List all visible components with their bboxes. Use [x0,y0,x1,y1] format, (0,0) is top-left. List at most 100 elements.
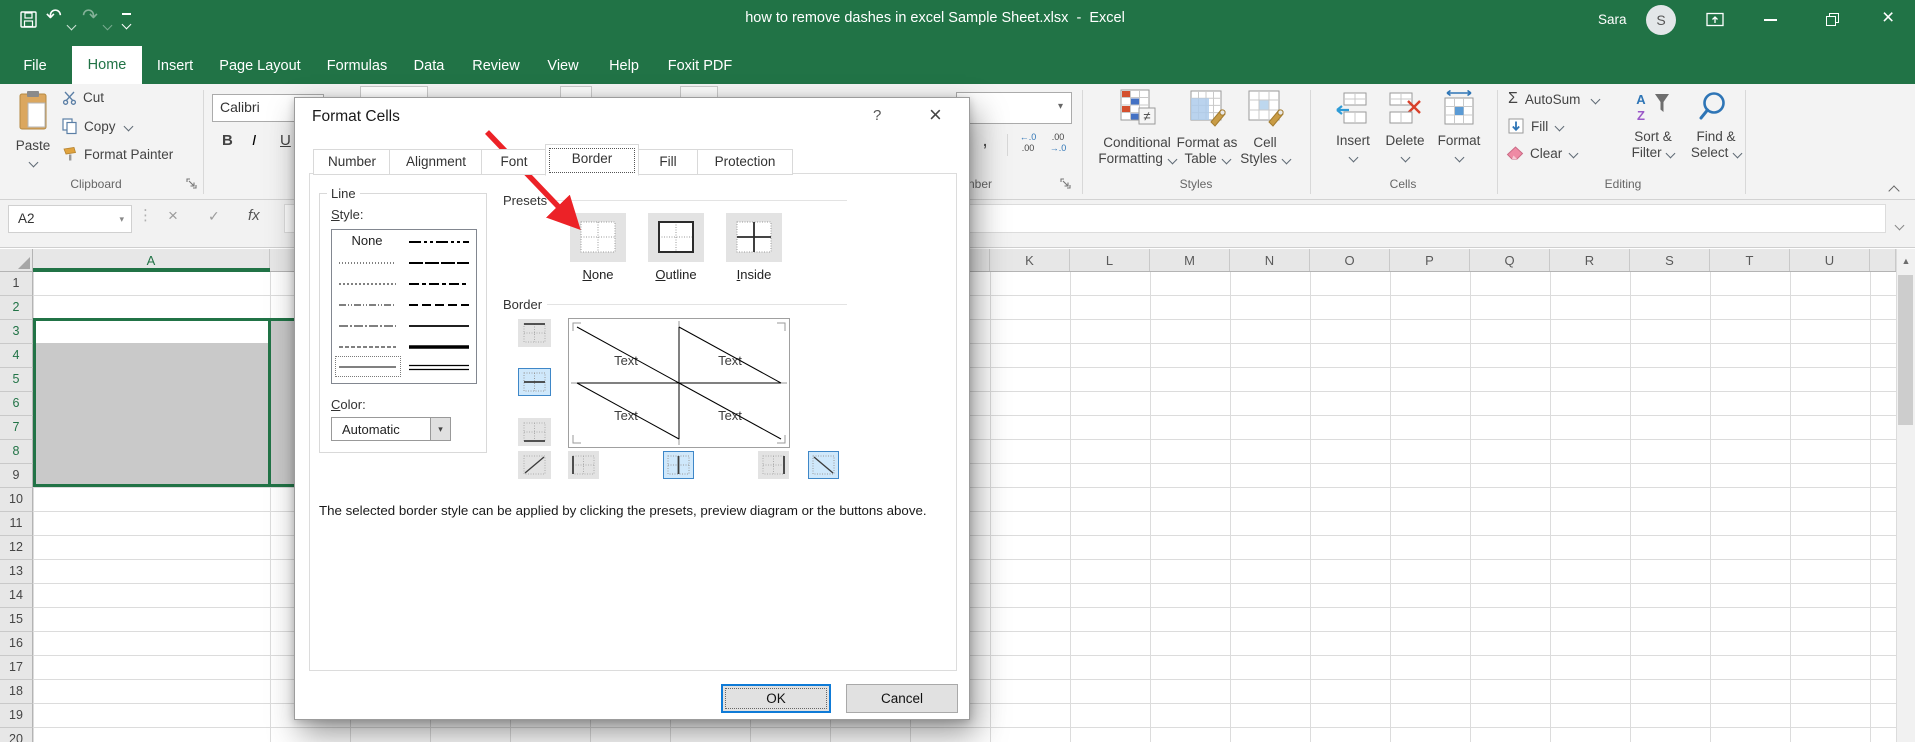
ok-button[interactable]: OK [721,684,831,713]
cancel-button[interactable]: Cancel [846,684,958,713]
scrollbar-thumb[interactable] [1898,275,1913,425]
column-header-l[interactable]: L [1070,249,1150,272]
tab-file[interactable]: File [10,48,60,84]
redo-button[interactable]: ↷ [82,5,98,28]
dialog-tab-number[interactable]: Number [313,149,391,175]
border-diagonal-down-button[interactable] [808,451,839,479]
color-combo-arrow-button[interactable]: ▾ [430,418,450,440]
cell-styles-button[interactable]: Cell Styles [1234,86,1296,186]
clear-button[interactable]: Clear [1506,146,1579,161]
minimize-button[interactable] [1764,19,1777,21]
border-left-button[interactable] [568,451,599,479]
column-header-u[interactable]: U [1790,249,1870,272]
format-button[interactable]: Format [1432,86,1486,186]
preset-inside-button[interactable] [726,213,782,262]
cancel-entry-button[interactable]: × [168,206,178,226]
border-middle-vertical-button[interactable] [663,451,694,479]
name-box-dropdown-icon[interactable]: ▾ [119,214,124,225]
column-header-n[interactable]: N [1230,249,1310,272]
dialog-tab-font[interactable]: Font [481,149,547,175]
paste-dropdown-icon [28,157,38,168]
tab-insert[interactable]: Insert [142,48,208,84]
number-format-combo[interactable]: ▾ [956,92,1072,124]
ribbon-tab-band: File Home Insert Page Layout Formulas Data Rev… [0,40,1915,112]
dialog-tab-protection[interactable]: Protection [697,149,793,175]
border-middle-horizontal-icon [523,372,546,392]
tab-formulas[interactable]: Formulas [312,48,402,84]
border-diagonal-up-button[interactable] [518,451,551,479]
ribbon-display-options-button[interactable] [1706,12,1724,27]
restore-button[interactable] [1826,13,1839,26]
find-select-button[interactable]: Find & Select [1686,86,1746,186]
avatar[interactable]: S [1646,5,1676,35]
column-header-m[interactable]: M [1150,249,1230,272]
preset-none-button[interactable] [570,213,626,262]
tab-data[interactable]: Data [398,48,460,84]
clipboard-dialog-launcher[interactable] [186,178,197,189]
name-box-splitter[interactable]: ⋮ [138,206,153,224]
close-button[interactable]: × [1882,6,1894,30]
border-middle-horizontal-button[interactable] [518,368,551,396]
dialog-tab-fill[interactable]: Fill [637,149,699,175]
underline-button[interactable]: U [280,132,291,149]
undo-button[interactable]: ↶ [46,5,62,28]
paste-button[interactable]: Paste [8,86,58,182]
increase-decimal-button[interactable]: ←.0.00 [1014,132,1042,160]
border-preview-diagram[interactable]: Text Text Text Text [568,318,790,448]
tab-view[interactable]: View [532,48,594,84]
column-header-partial[interactable] [1870,249,1896,272]
line-style-samples[interactable] [332,230,474,381]
delete-cells-icon [1388,92,1422,124]
column-header-o[interactable]: O [1310,249,1390,272]
vertical-scrollbar[interactable]: ▲ [1896,249,1915,742]
tab-help[interactable]: Help [594,48,654,84]
expand-formula-bar-button[interactable] [1894,216,1905,234]
cut-button[interactable]: Cut [62,90,104,105]
presets-label: Presets [503,193,548,208]
border-right-button[interactable] [758,451,789,479]
name-box[interactable]: A2 ▾ [8,205,132,233]
color-combo[interactable]: Automatic ▾ [331,417,451,441]
copy-button[interactable]: Copy [62,118,133,135]
sort-filter-button[interactable]: AZ Sort & Filter [1620,86,1686,186]
tab-home[interactable]: Home [72,46,142,84]
number-dialog-launcher[interactable] [1060,178,1071,189]
comma-style-button[interactable]: , [972,130,998,158]
border-bottom-button[interactable] [518,418,551,446]
bold-button[interactable]: B [222,132,233,149]
border-bottom-icon [523,422,546,442]
enter-entry-button[interactable]: ✓ [208,208,220,225]
undo-dropdown[interactable] [66,16,77,34]
customize-qat-button[interactable] [121,13,132,33]
dialog-tab-alignment[interactable]: Alignment [389,149,483,175]
line-style-listbox[interactable]: None [331,229,477,384]
decrease-decimal-button[interactable]: .00 →.0 [1044,132,1072,160]
column-header-p[interactable]: P [1390,249,1470,272]
delete-button[interactable]: Delete [1380,86,1430,186]
tab-page-layout[interactable]: Page Layout [208,48,312,84]
italic-button[interactable]: I [252,132,256,149]
collapse-ribbon-button[interactable] [1888,182,1900,200]
tab-foxit-pdf[interactable]: Foxit PDF [654,48,746,84]
insert-function-button[interactable]: fx [248,207,260,224]
user-name[interactable]: Sara [1598,12,1627,27]
active-cell[interactable] [35,321,268,343]
column-header-s[interactable]: S [1630,249,1710,272]
column-header-k[interactable]: K [990,249,1070,272]
tab-review[interactable]: Review [460,48,532,84]
insert-button[interactable]: Insert [1328,86,1378,186]
redo-dropdown[interactable] [102,16,113,34]
border-top-button[interactable] [518,319,551,347]
insert-cells-icon [1336,92,1370,124]
column-header-t[interactable]: T [1710,249,1790,272]
fill-button[interactable]: Fill [1508,118,1565,134]
scroll-up-button[interactable]: ▲ [1897,249,1915,273]
format-painter-button[interactable]: Format Painter [62,146,173,162]
column-header-q[interactable]: Q [1470,249,1550,272]
preset-outline-button[interactable] [648,213,704,262]
autosum-button[interactable]: Σ AutoSum [1508,90,1601,108]
preset-none-icon [580,221,616,253]
column-header-r[interactable]: R [1550,249,1630,272]
save-button[interactable] [20,11,37,28]
dialog-tab-border[interactable]: Border [545,144,639,176]
